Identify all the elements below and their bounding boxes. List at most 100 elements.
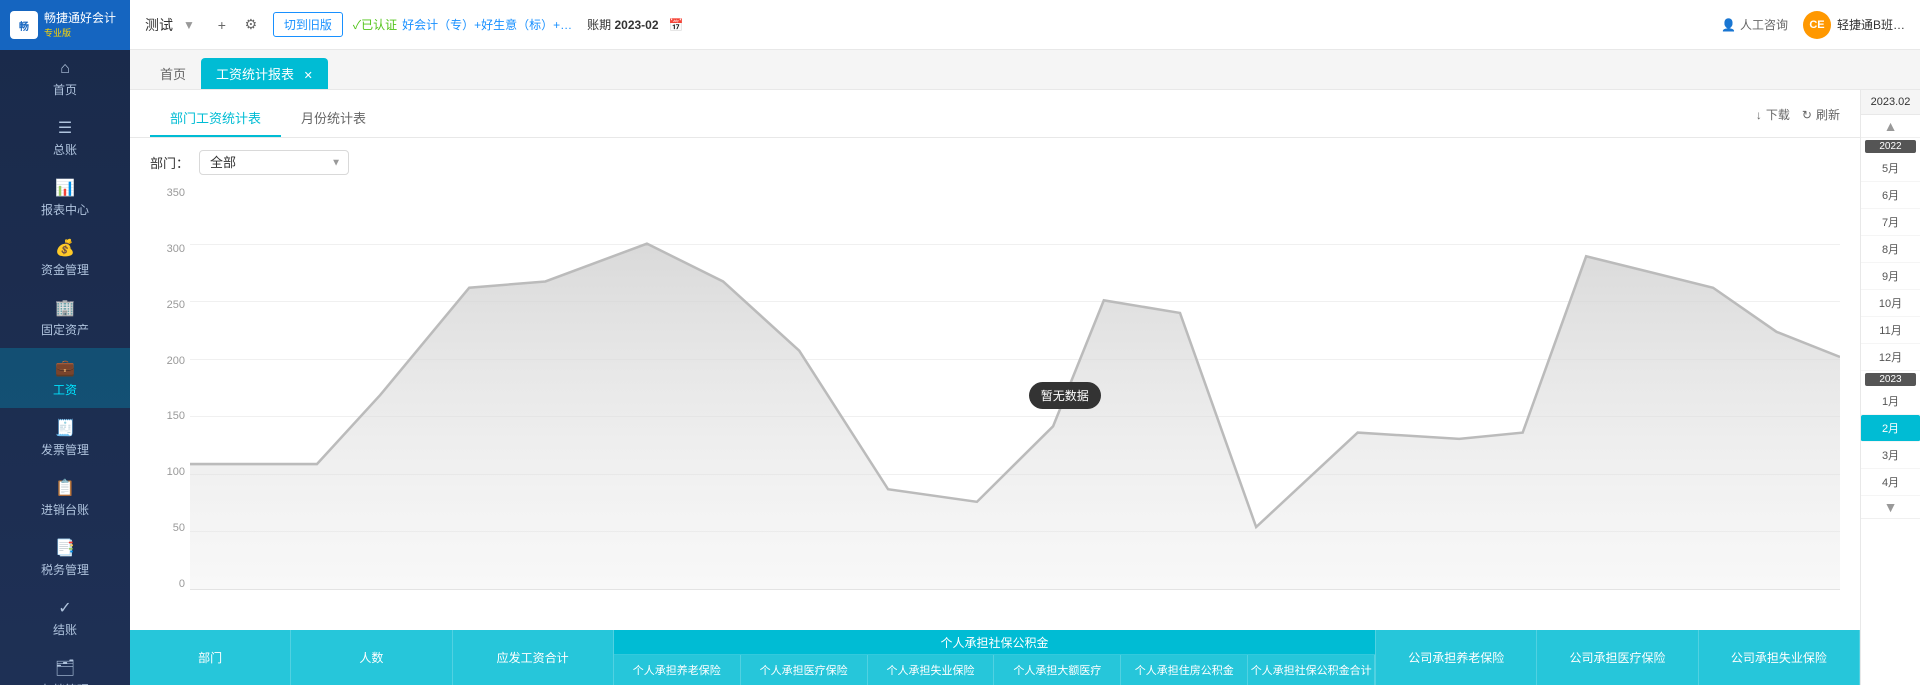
sales-icon: 📋 xyxy=(55,478,75,498)
chart-container: 0 50 100 150 200 250 300 350 xyxy=(150,187,1840,620)
tab-home-label: 首页 xyxy=(160,67,186,82)
date-item-3[interactable]: 3月 xyxy=(1861,442,1920,469)
bottom-table: 部门 人数 应发工资合计 个人承担社保公积金 个人承担养老保险 个人承担医疗保险… xyxy=(130,630,1860,685)
username: 轻捷通B班… xyxy=(1837,16,1905,33)
sidebar-item-label: 固定资产 xyxy=(41,321,89,338)
chart-area: 0 50 100 150 200 250 300 350 xyxy=(130,187,1860,630)
group-header-personal: 个人承担社保公积金 xyxy=(614,630,1375,655)
tax-icon: 📑 xyxy=(55,538,75,558)
logo-title: 畅捷通好会计 xyxy=(44,11,116,27)
table-col-dept: 部门 xyxy=(130,630,291,685)
chart-svg-wrap xyxy=(190,187,1840,590)
date-item-8[interactable]: 8月 xyxy=(1861,236,1920,263)
add-button[interactable]: + xyxy=(210,13,234,37)
col-personal-unemployment: 个人承担失业保险 xyxy=(868,655,995,685)
y-label-100: 100 xyxy=(150,466,185,478)
date-item-1[interactable]: 1月 xyxy=(1861,388,1920,415)
date-panel-header: 2023.02 xyxy=(1861,90,1920,115)
col-personal-housing-fund: 个人承担住房公积金 xyxy=(1121,655,1248,685)
sidebar-item-label: 结账 xyxy=(53,621,77,638)
calendar-icon[interactable]: 📅 xyxy=(669,18,684,32)
date-nav-up-button[interactable]: ▲ xyxy=(1884,118,1898,134)
subtab-month-label: 月份统计表 xyxy=(301,111,366,126)
dept-filter-select[interactable]: 全部 销售部 技术部 行政部 xyxy=(199,150,349,175)
date-item-12[interactable]: 12月 xyxy=(1861,344,1920,371)
sidebar-item-invoice[interactable]: 🧾 发票管理 xyxy=(0,408,130,468)
assets-icon: 🏢 xyxy=(55,298,75,318)
sidebar-item-tax[interactable]: 📑 税务管理 xyxy=(0,528,130,588)
date-nav-down-button[interactable]: ▼ xyxy=(1884,499,1898,515)
y-axis: 0 50 100 150 200 250 300 350 xyxy=(150,187,190,590)
avatar: CE xyxy=(1803,11,1831,39)
settings-topbar-button[interactable]: ⚙ xyxy=(239,13,263,37)
date-item-7[interactable]: 7月 xyxy=(1861,209,1920,236)
chart-svg xyxy=(190,187,1840,590)
group-cells-personal: 个人承担养老保险 个人承担医疗保险 个人承担失业保险 个人承担大额医疗 个人承担… xyxy=(614,655,1375,685)
date-nav-up: ▲ xyxy=(1861,115,1920,138)
period-value: 2023-02 xyxy=(614,18,658,32)
date-item-6[interactable]: 6月 xyxy=(1861,182,1920,209)
sidebar-item-label: 归档管理 xyxy=(41,681,89,685)
date-item-10[interactable]: 10月 xyxy=(1861,290,1920,317)
user-menu[interactable]: CE 轻捷通B班… xyxy=(1803,11,1905,39)
sidebar-item-report[interactable]: 📊 报表中心 xyxy=(0,168,130,228)
date-item-11[interactable]: 11月 xyxy=(1861,317,1920,344)
dropdown-arrow-icon: ▼ xyxy=(183,18,195,32)
sidebar-item-funds[interactable]: 💰 资金管理 xyxy=(0,228,130,288)
product-tags: 好会计（专）+好生意（标）+… xyxy=(402,16,572,33)
help-button[interactable]: 👤 人工咨询 xyxy=(1721,16,1788,33)
help-label: 人工咨询 xyxy=(1740,16,1788,33)
table-col-company-pension: 公司承担养老保险 xyxy=(1376,630,1537,685)
date-panel: 2023.02 ▲ 2022 5月 6月 7月 8月 9月 10月 11月 12… xyxy=(1860,90,1920,685)
main-area: 测试 ▼ + ⚙ 切到旧版 ✓已认证 好会计（专）+好生意（标）+… 账期 20… xyxy=(130,0,1920,685)
col-personal-total: 个人承担社保公积金合计 xyxy=(1248,655,1375,685)
table-col-company-unemployment: 公司承担失业保险 xyxy=(1699,630,1860,685)
sidebar-item-assets[interactable]: 🏢 固定资产 xyxy=(0,288,130,348)
date-item-5[interactable]: 5月 xyxy=(1861,155,1920,182)
y-label-50: 50 xyxy=(150,522,185,534)
home-icon: ⌂ xyxy=(60,60,70,78)
logo-text: 畅捷通好会计 专业版 xyxy=(44,11,116,40)
sidebar-item-label: 税务管理 xyxy=(41,561,89,578)
sidebar-item-settle[interactable]: ✓ 结账 xyxy=(0,588,130,648)
sidebar-item-sales[interactable]: 📋 进销台账 xyxy=(0,468,130,528)
sidebar-item-home[interactable]: ⌂ 首页 xyxy=(0,50,130,108)
sidebar-item-archive[interactable]: 🗂 归档管理 xyxy=(0,648,130,685)
date-item-2-active[interactable]: 2月 xyxy=(1861,415,1920,442)
y-label-0: 0 xyxy=(150,578,185,590)
download-icon: ↓ xyxy=(1756,108,1762,122)
subtab-dept[interactable]: 部门工资统计表 xyxy=(150,100,281,137)
filter-bar: 部门： 全部 销售部 技术部 行政部 xyxy=(130,138,1860,187)
y-label-150: 150 xyxy=(150,410,185,422)
content-main: 部门工资统计表 月份统计表 ↓ 下载 ↻ 刷新 xyxy=(130,90,1860,685)
certified-tag: ✓已认证 xyxy=(353,16,397,33)
subtab-month[interactable]: 月份统计表 xyxy=(281,100,386,137)
switch-version-button[interactable]: 切到旧版 xyxy=(273,12,343,37)
sidebar-item-label: 进销台账 xyxy=(41,501,89,518)
date-item-4[interactable]: 4月 xyxy=(1861,469,1920,496)
topbar-tags: ✓已认证 好会计（专）+好生意（标）+… xyxy=(353,16,572,33)
tab-salary-report[interactable]: 工资统计报表 ✕ xyxy=(201,58,328,89)
download-button[interactable]: ↓ 下载 xyxy=(1756,106,1790,123)
settle-icon: ✓ xyxy=(58,598,71,618)
tab-home[interactable]: 首页 xyxy=(145,58,201,89)
refresh-button[interactable]: ↻ 刷新 xyxy=(1802,106,1840,123)
sidebar-item-salary[interactable]: 💼 工资 xyxy=(0,348,130,408)
date-item-9[interactable]: 9月 xyxy=(1861,263,1920,290)
year-2022-badge: 2022 xyxy=(1865,140,1916,153)
period-label: 账期 2023-02 xyxy=(587,16,658,33)
tab-close-icon[interactable]: ✕ xyxy=(304,70,313,82)
invoice-icon: 🧾 xyxy=(55,418,75,438)
logo-badge: 专业版 xyxy=(44,26,116,39)
sidebar-item-ledger[interactable]: ☰ 总账 xyxy=(0,108,130,168)
download-label: 下载 xyxy=(1766,106,1790,123)
refresh-icon: ↻ xyxy=(1802,108,1812,122)
refresh-label: 刷新 xyxy=(1816,106,1840,123)
help-icon: 👤 xyxy=(1721,18,1736,32)
subtab-right: ↓ 下载 ↻ 刷新 xyxy=(1756,106,1840,131)
table-col-total-salary: 应发工资合计 xyxy=(453,630,614,685)
subtab-left: 部门工资统计表 月份统计表 xyxy=(150,100,386,137)
col-personal-major-medical: 个人承担大额医疗 xyxy=(994,655,1121,685)
topbar: 测试 ▼ + ⚙ 切到旧版 ✓已认证 好会计（专）+好生意（标）+… 账期 20… xyxy=(130,0,1920,50)
y-label-300: 300 xyxy=(150,243,185,255)
